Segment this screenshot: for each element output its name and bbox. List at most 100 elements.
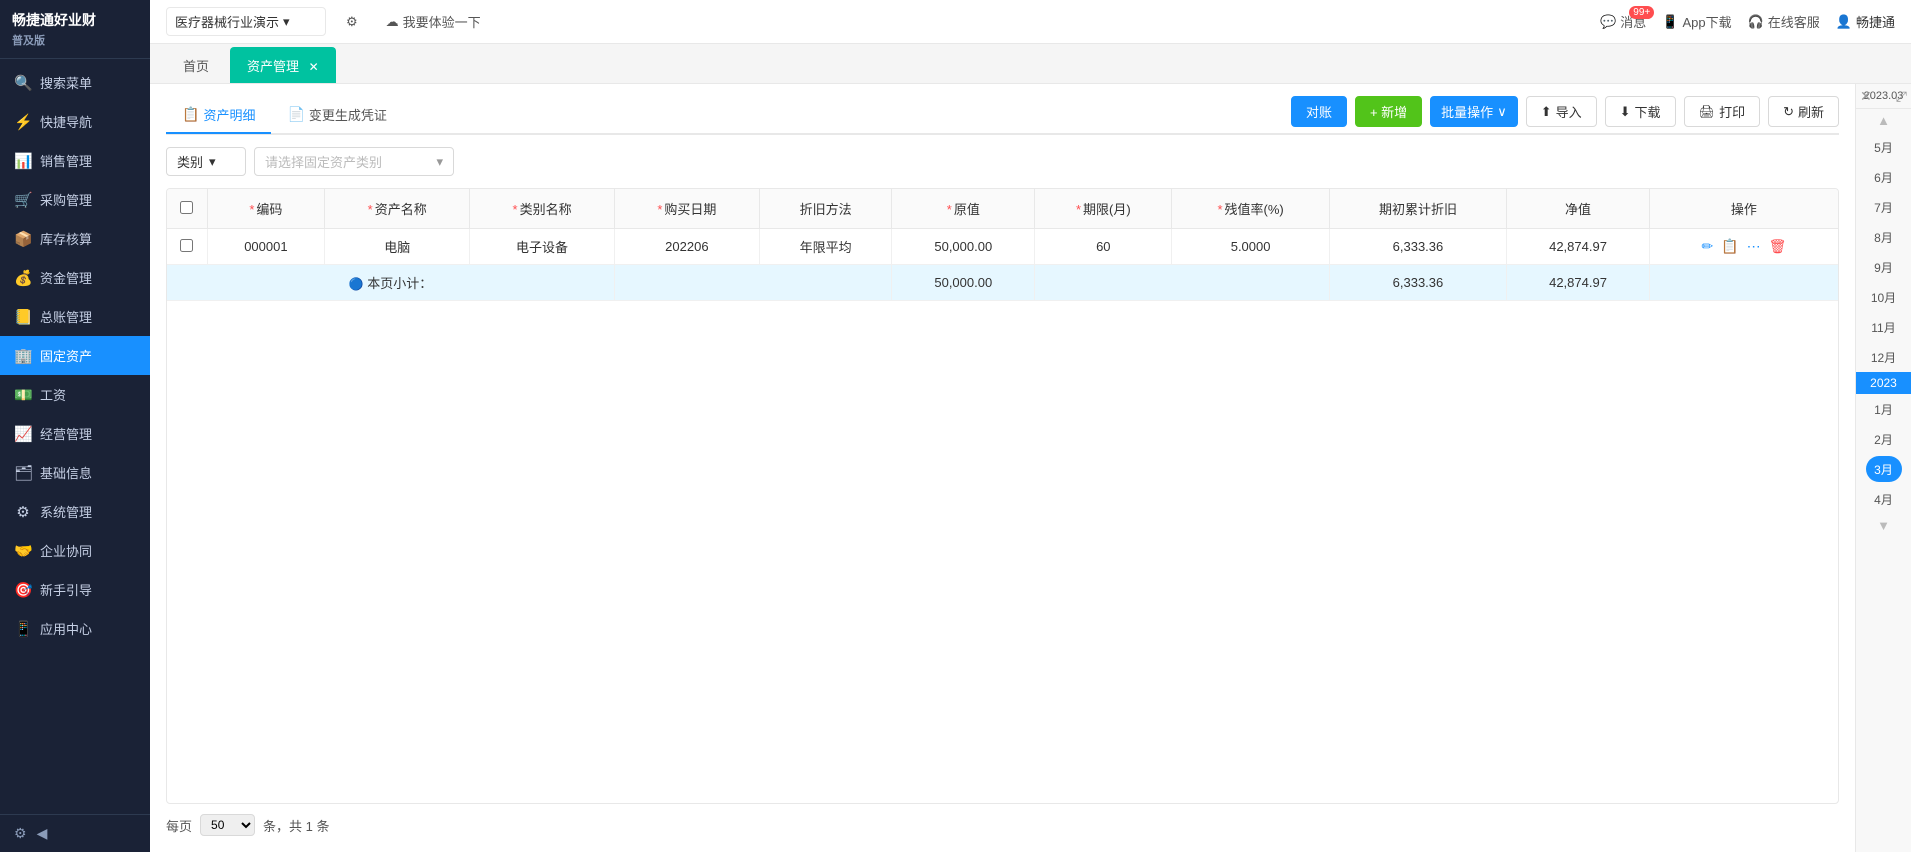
experience-btn[interactable]: ☁ 我要体验一下 xyxy=(378,8,489,35)
sidebar-nav: 🔍搜索菜单 ⚡ 快捷导航 📊销售管理🛒采购管理📦库存核算💰资金管理📒总账管理🏢固定资产… xyxy=(0,59,150,814)
reconcile-label: 对账 xyxy=(1306,102,1332,121)
cal-month-4月[interactable]: 4月 xyxy=(1866,486,1902,512)
cal-month-8月[interactable]: 8月 xyxy=(1866,224,1902,250)
message-btn[interactable]: 💬 消息 99+ xyxy=(1600,12,1646,31)
row-actions: ✏ 📋 ⋯ 🗑 xyxy=(1649,229,1838,265)
sub-tab-voucher[interactable]: 📄 变更生成凭证 xyxy=(271,97,402,134)
sidebar-item-ledger[interactable]: 📒总账管理 xyxy=(0,297,150,336)
cal-month-10月[interactable]: 10月 xyxy=(1866,284,1902,310)
reconcile-btn[interactable]: 对账 xyxy=(1291,96,1347,127)
col-accumulated-depreciation: 期初累计折旧 xyxy=(1329,189,1506,229)
cal-nav-up[interactable]: ▲ xyxy=(1856,109,1911,132)
sidebar-label-basic: 基础信息 xyxy=(40,463,92,482)
voucher-icon: 📄 xyxy=(287,106,304,123)
delete-icon[interactable]: 🗑 xyxy=(1769,238,1787,255)
sidebar-item-purchase[interactable]: 🛒采购管理 xyxy=(0,180,150,219)
quicknav-icon: ⚡ xyxy=(14,113,32,131)
sidebar-item-sales[interactable]: 📊销售管理 xyxy=(0,141,150,180)
app-download-label: App下载 xyxy=(1682,12,1731,31)
cal-month-5月[interactable]: 5月 xyxy=(1866,134,1902,160)
col-residual-rate: *残值率(%) xyxy=(1172,189,1329,229)
col-purchase-date: *购买日期 xyxy=(614,189,759,229)
sidebar-label-guide: 新手引导 xyxy=(40,580,92,599)
message-icon: 💬 xyxy=(1600,14,1616,30)
row-period: 60 xyxy=(1035,229,1172,265)
asset-table: *编码 *资产名称 *类别名称 *购买日期 折旧方法 *原值 *期限(月) *残… xyxy=(166,188,1839,804)
table-row: 000001 电脑 电子设备 202206 年限平均 50,000.00 60 … xyxy=(167,229,1838,265)
filter-bar: 类别 ▾ 请选择固定资产类别 ▾ xyxy=(166,147,1839,176)
sidebar-label-purchase: 采购管理 xyxy=(40,190,92,209)
sales-icon: 📊 xyxy=(14,152,32,170)
sidebar-item-quicknav[interactable]: ⚡ 快捷导航 xyxy=(0,102,150,141)
download-btn[interactable]: ⬇ 下载 xyxy=(1605,96,1676,127)
fixedassets-icon: 🏢 xyxy=(14,347,32,365)
collapse-icon[interactable]: ◀ xyxy=(37,825,48,842)
fund-icon: 💰 xyxy=(14,269,32,287)
sidebar-item-operations[interactable]: 📈经营管理 xyxy=(0,414,150,453)
print-icon: 🖨 xyxy=(1699,104,1716,120)
select-all-checkbox[interactable] xyxy=(180,201,193,214)
print-btn[interactable]: 🖨 打印 xyxy=(1684,96,1761,127)
calendar-scroll[interactable]: ▲ 5月 6月 7月 8月 9月 10月 11月 12月 2023 1月 2月 3月 4月 ▼ xyxy=(1856,109,1911,852)
experience-label: 我要体验一下 xyxy=(403,12,481,31)
company-selector[interactable]: 医疗器械行业演示 ▾ xyxy=(166,7,326,36)
cloud-icon: ☁ xyxy=(386,14,399,30)
cal-month-11月[interactable]: 11月 xyxy=(1866,314,1902,340)
category-filter[interactable]: 类别 ▾ xyxy=(166,147,246,176)
sidebar-label-ledger: 总账管理 xyxy=(40,307,92,326)
sub-tab-voucher-label: 变更生成凭证 xyxy=(309,105,387,124)
tab-asset-management[interactable]: 资产管理 ✕ xyxy=(230,47,336,83)
cal-month-7月[interactable]: 7月 xyxy=(1866,194,1902,220)
sidebar-item-fixedassets[interactable]: 🏢固定资产 xyxy=(0,336,150,375)
sidebar-item-search[interactable]: 🔍搜索菜单 xyxy=(0,63,150,102)
copy-icon[interactable]: 📋 xyxy=(1721,238,1738,255)
sidebar-item-inventory[interactable]: 📦库存核算 xyxy=(0,219,150,258)
top-header: 医疗器械行业演示 ▾ ⚙ ☁ 我要体验一下 💬 消息 99+ 📱 App下载 🎧… xyxy=(150,0,1911,44)
import-btn[interactable]: ⬆ 导入 xyxy=(1526,96,1597,127)
col-code: *编码 xyxy=(207,189,325,229)
sub-tab-asset-detail[interactable]: 📋 资产明细 xyxy=(166,97,271,134)
cal-month-6月[interactable]: 6月 xyxy=(1866,164,1902,190)
settings-icon[interactable]: ⚙ xyxy=(14,825,27,842)
import-label: 导入 xyxy=(1556,102,1582,121)
edit-icon[interactable]: ✏ xyxy=(1701,238,1713,255)
new-btn[interactable]: + 新增 xyxy=(1355,96,1422,127)
category-label: 类别 xyxy=(177,152,203,171)
app-download-btn[interactable]: 📱 App下载 xyxy=(1662,12,1731,31)
online-service-btn[interactable]: 🎧 在线客服 xyxy=(1748,12,1820,31)
user-avatar[interactable]: 👤 畅捷通 xyxy=(1836,12,1895,31)
calendar-close-icon[interactable]: ✕ xyxy=(1860,88,1872,105)
sidebar-item-guide[interactable]: 🎯新手引导 xyxy=(0,570,150,609)
sidebar-item-basic[interactable]: 🗂 基础信息 xyxy=(0,453,150,492)
total-label: 条，共 1 条 xyxy=(263,816,329,835)
cal-nav-down[interactable]: ▼ xyxy=(1856,514,1911,537)
cal-year-label: 2023 xyxy=(1856,372,1911,394)
batch-btn[interactable]: 批量操作 ∨ xyxy=(1430,96,1518,127)
tab-close-icon[interactable]: ✕ xyxy=(309,60,319,74)
operations-icon: 📈 xyxy=(14,425,32,443)
per-page-select[interactable]: 50 10 20 100 xyxy=(200,814,255,836)
basic-icon: 🗂 xyxy=(14,464,32,482)
page-content: 📋 资产明细 📄 变更生成凭证 对账 + 新增 批量操作 xyxy=(150,84,1855,852)
sidebar-label-quicknav: 快捷导航 xyxy=(40,112,92,131)
sub-tabs: 📋 资产明细 📄 变更生成凭证 对账 + 新增 批量操作 xyxy=(166,96,1839,135)
download-icon: ⬇ xyxy=(1620,104,1631,120)
sidebar-item-payroll[interactable]: 💵工资 xyxy=(0,375,150,414)
sidebar-item-appstore[interactable]: 📱应用中心 xyxy=(0,609,150,648)
sidebar-item-system[interactable]: ⚙系统管理 xyxy=(0,492,150,531)
cal-month-1月[interactable]: 1月 xyxy=(1866,396,1902,422)
download-label: 下载 xyxy=(1635,102,1661,121)
category-input[interactable]: 请选择固定资产类别 ▾ xyxy=(254,147,454,176)
cal-month-3月[interactable]: 3月 xyxy=(1866,456,1902,482)
refresh-btn[interactable]: ↻ 刷新 xyxy=(1768,96,1839,127)
sidebar-item-fund[interactable]: 💰资金管理 xyxy=(0,258,150,297)
settings-btn[interactable]: ⚙ xyxy=(338,10,366,34)
row-checkbox[interactable] xyxy=(167,229,207,265)
cal-month-2月[interactable]: 2月 xyxy=(1866,426,1902,452)
tab-home[interactable]: 首页 xyxy=(166,47,226,83)
cal-month-12月[interactable]: 12月 xyxy=(1866,344,1902,370)
cal-month-9月[interactable]: 9月 xyxy=(1866,254,1902,280)
calendar-expand-icon[interactable]: ⤢ xyxy=(1896,88,1907,105)
more-icon[interactable]: ⋯ xyxy=(1747,238,1761,255)
sidebar-item-cooperation[interactable]: 🤝企业协同 xyxy=(0,531,150,570)
